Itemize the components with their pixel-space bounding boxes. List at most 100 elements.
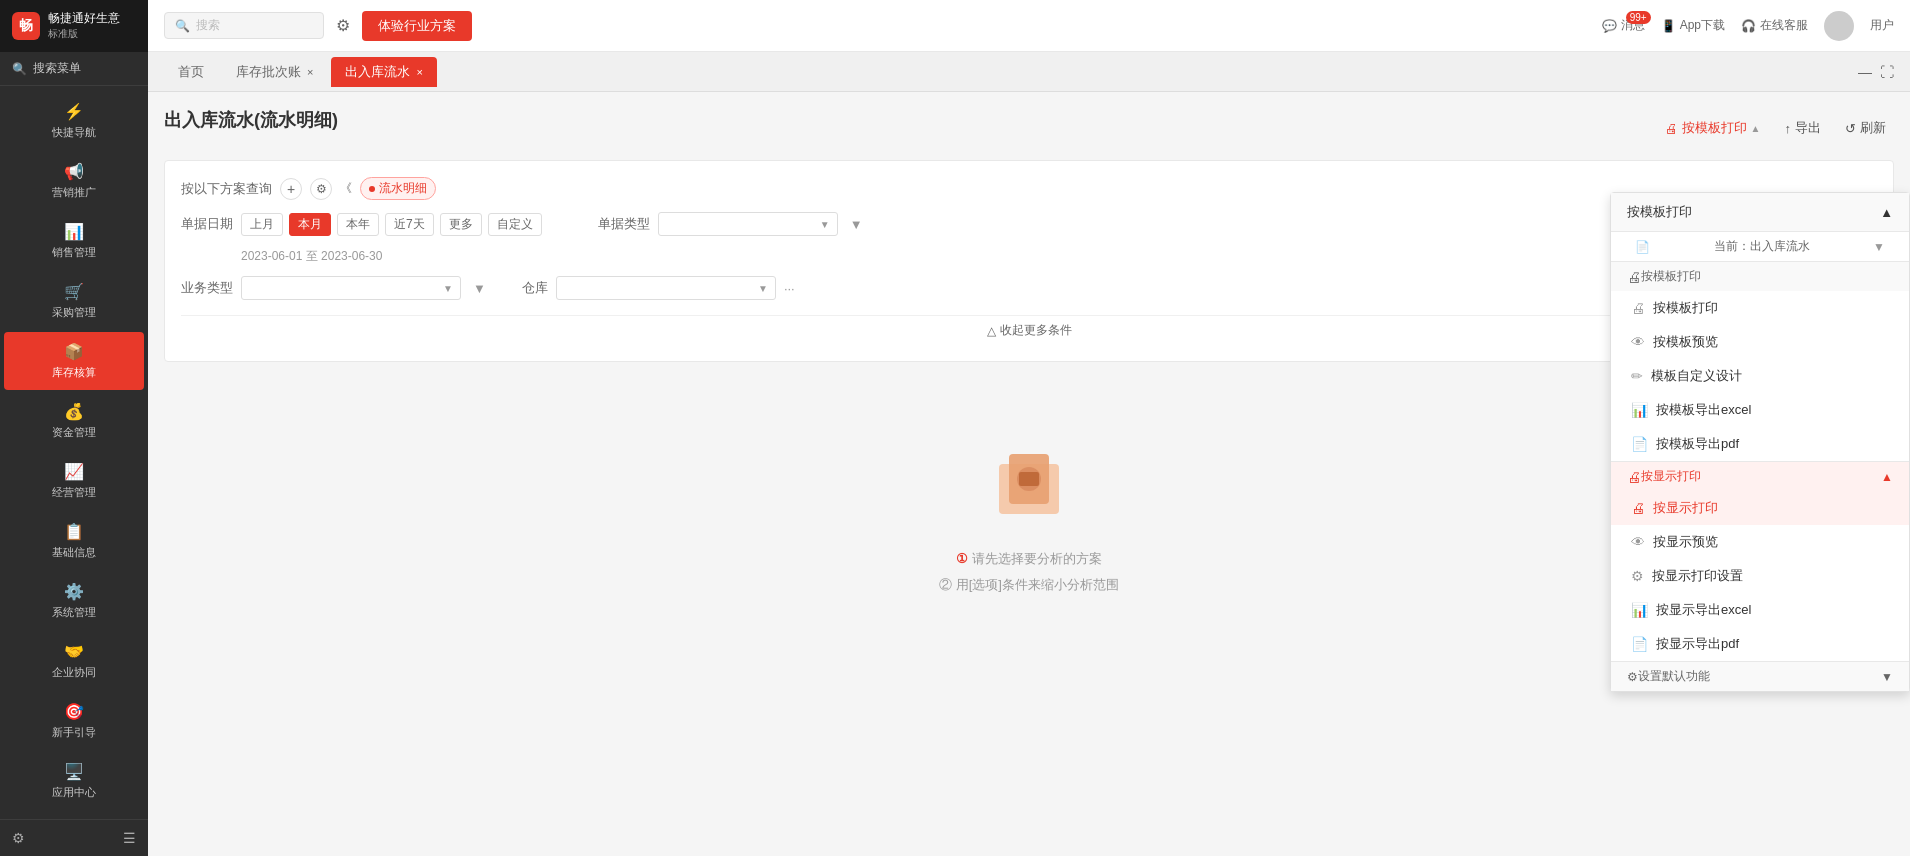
export-button[interactable]: ↑ 导出 <box>1777 115 1830 141</box>
sidebar-item-operations[interactable]: 📈 经营管理 <box>4 452 144 510</box>
tab-flow[interactable]: 出入库流水 × <box>331 57 436 87</box>
inventory-icon: 📦 <box>64 342 84 361</box>
message-badge: 99+ <box>1626 11 1651 24</box>
business-type-select-wrapper <box>241 276 461 300</box>
dropdown-current: 📄 当前：出入库流水 ▼ <box>1611 232 1909 261</box>
sidebar-footer: ⚙ ☰ <box>0 819 148 856</box>
date-btn-more[interactable]: 更多 <box>440 213 482 236</box>
dropdown-title: 按模板打印 <box>1627 203 1692 221</box>
sidebar-item-finance[interactable]: 💰 资金管理 <box>4 392 144 450</box>
type-tag-dot <box>369 186 375 192</box>
coop-icon: 🤝 <box>64 642 84 661</box>
template-section-label: 按模板打印 <box>1641 268 1701 285</box>
sidebar-item-system[interactable]: ⚙️ 系统管理 <box>4 572 144 630</box>
app-download-button[interactable]: 📱 App下载 <box>1661 17 1725 34</box>
dropdown-item-display-preview[interactable]: 👁 按显示预览 <box>1611 525 1909 559</box>
tab-minimize-icon[interactable]: — <box>1858 64 1872 80</box>
warehouse-select[interactable] <box>556 276 776 300</box>
main-content: 🔍 搜索 ⚙ 体验行业方案 💬 消息 99+ 📱 App下载 🎧 在线客服 用户 <box>148 0 1910 856</box>
set-default-header[interactable]: ⚙ 设置默认功能 ▼ <box>1611 661 1909 691</box>
app-logo-icon: 畅 <box>12 12 40 40</box>
refresh-icon: ↺ <box>1845 121 1856 136</box>
tab-batch-account[interactable]: 库存批次账 × <box>222 57 327 87</box>
sidebar-item-guide[interactable]: 🎯 新手引导 <box>4 692 144 750</box>
dropdown-item-template-excel[interactable]: 📊 按模板导出excel <box>1611 393 1909 427</box>
template-print-button[interactable]: 🖨 按模板打印 ▲ <box>1657 115 1769 141</box>
svg-rect-3 <box>1019 472 1039 486</box>
sidebar-item-wecom[interactable]: 💬 企业微信 <box>4 812 144 819</box>
date-filter-buttons: 上月 本月 本年 近7天 更多 自定义 <box>241 213 542 236</box>
template-custom-label: 模板自定义设计 <box>1651 367 1742 385</box>
sidebar-item-label: 销售管理 <box>52 245 96 260</box>
date-btn-custom[interactable]: 自定义 <box>488 213 542 236</box>
dropdown-item-display-settings[interactable]: ⚙ 按显示打印设置 <box>1611 559 1909 593</box>
sidebar-search-area[interactable]: 🔍 搜索菜单 <box>0 52 148 86</box>
filter-type-tag[interactable]: 流水明细 <box>360 177 436 200</box>
collapse-chevron-icon: △ <box>987 324 996 338</box>
business-type-more-icon[interactable]: ▼ <box>473 281 486 296</box>
topbar-search[interactable]: 🔍 搜索 <box>164 12 324 39</box>
date-btn-7days[interactable]: 近7天 <box>385 213 434 236</box>
sidebar-item-coop[interactable]: 🤝 企业协同 <box>4 632 144 690</box>
warehouse-options-icon[interactable]: ··· <box>784 281 795 296</box>
sidebar-settings-button[interactable]: ⚙ <box>12 830 25 846</box>
sidebar-item-quick-nav[interactable]: ⚡ 快捷导航 <box>4 92 144 150</box>
operations-icon: 📈 <box>64 462 84 481</box>
industry-solution-button[interactable]: 体验行业方案 <box>362 11 472 41</box>
printer-icon: 🖨 <box>1665 121 1678 136</box>
dropdown-item-template-pdf[interactable]: 📄 按模板导出pdf <box>1611 427 1909 461</box>
template-preview-icon: 👁 <box>1631 334 1645 350</box>
filter-collapse-button[interactable]: 《 <box>340 180 352 197</box>
tab-home[interactable]: 首页 <box>164 57 218 87</box>
tab-flow-close[interactable]: × <box>416 66 422 78</box>
basic-info-icon: 📋 <box>64 522 84 541</box>
tab-home-label: 首页 <box>178 63 204 81</box>
dropdown-item-template-custom[interactable]: ✏ 模板自定义设计 <box>1611 359 1909 393</box>
empty-svg <box>979 434 1079 534</box>
search-menu-button[interactable]: 🔍 搜索菜单 <box>12 60 136 77</box>
user-avatar[interactable] <box>1824 11 1854 41</box>
dropdown-item-template-preview[interactable]: 👁 按模板预览 <box>1611 325 1909 359</box>
purchase-icon: 🛒 <box>64 282 84 301</box>
guide-icon: 🎯 <box>64 702 84 721</box>
sidebar-menu-button[interactable]: ☰ <box>123 830 136 846</box>
display-print-label: 按显示打印 <box>1653 499 1718 517</box>
app-title: 畅捷通好生意 <box>48 11 120 27</box>
sidebar-item-app-center[interactable]: 🖥️ 应用中心 <box>4 752 144 810</box>
business-type-select[interactable] <box>241 276 461 300</box>
tab-batch-account-close[interactable]: × <box>307 66 313 78</box>
warehouse-select-wrapper <box>556 276 776 300</box>
sidebar-item-label: 企业协同 <box>52 665 96 680</box>
online-service-button[interactable]: 🎧 在线客服 <box>1741 17 1808 34</box>
topbar-settings-icon[interactable]: ⚙ <box>336 16 350 35</box>
voucher-type-more-icon[interactable]: ▼ <box>850 217 863 232</box>
page-header: 出入库流水(流水明细) 🖨 按模板打印 ▲ ↑ 导出 ↺ 刷新 <box>164 108 1894 148</box>
dropdown-item-display-excel[interactable]: 📊 按显示导出excel <box>1611 593 1909 627</box>
dropdown-item-display-pdf[interactable]: 📄 按显示导出pdf <box>1611 627 1909 661</box>
filter-settings-button[interactable]: ⚙ <box>310 178 332 200</box>
filter-add-button[interactable]: + <box>280 178 302 200</box>
topbar-right: 💬 消息 99+ 📱 App下载 🎧 在线客服 用户 <box>1602 11 1894 41</box>
sidebar-item-sales[interactable]: 📊 销售管理 <box>4 212 144 270</box>
tab-expand-icon[interactable]: ⛶ <box>1880 64 1894 80</box>
date-btn-this-month[interactable]: 本月 <box>289 213 331 236</box>
message-button[interactable]: 💬 消息 99+ <box>1602 17 1645 34</box>
voucher-type-select[interactable] <box>658 212 838 236</box>
template-print-label: 按模板打印 <box>1682 119 1747 137</box>
dropdown-item-template-print[interactable]: 🖨 按模板打印 <box>1611 291 1909 325</box>
sidebar-item-inventory[interactable]: 📦 库存核算 <box>4 332 144 390</box>
date-btn-last-month[interactable]: 上月 <box>241 213 283 236</box>
sidebar-item-marketing[interactable]: 📢 营销推广 <box>4 152 144 210</box>
finance-icon: 💰 <box>64 402 84 421</box>
sidebar-item-basic-info[interactable]: 📋 基础信息 <box>4 512 144 570</box>
page-content-area: 出入库流水(流水明细) 🖨 按模板打印 ▲ ↑ 导出 ↺ 刷新 <box>148 92 1910 856</box>
refresh-button[interactable]: ↺ 刷新 <box>1837 115 1894 141</box>
current-template-label: 当前：出入库流水 <box>1714 238 1810 255</box>
date-btn-this-year[interactable]: 本年 <box>337 213 379 236</box>
dropdown-collapse-icon[interactable]: ▲ <box>1880 205 1893 220</box>
topbar-search-icon: 🔍 <box>175 19 190 33</box>
sidebar-item-label: 营销推广 <box>52 185 96 200</box>
headset-icon: 🎧 <box>1741 19 1756 33</box>
sidebar-item-purchase[interactable]: 🛒 采购管理 <box>4 272 144 330</box>
dropdown-item-display-print[interactable]: 🖨 按显示打印 <box>1611 491 1909 525</box>
